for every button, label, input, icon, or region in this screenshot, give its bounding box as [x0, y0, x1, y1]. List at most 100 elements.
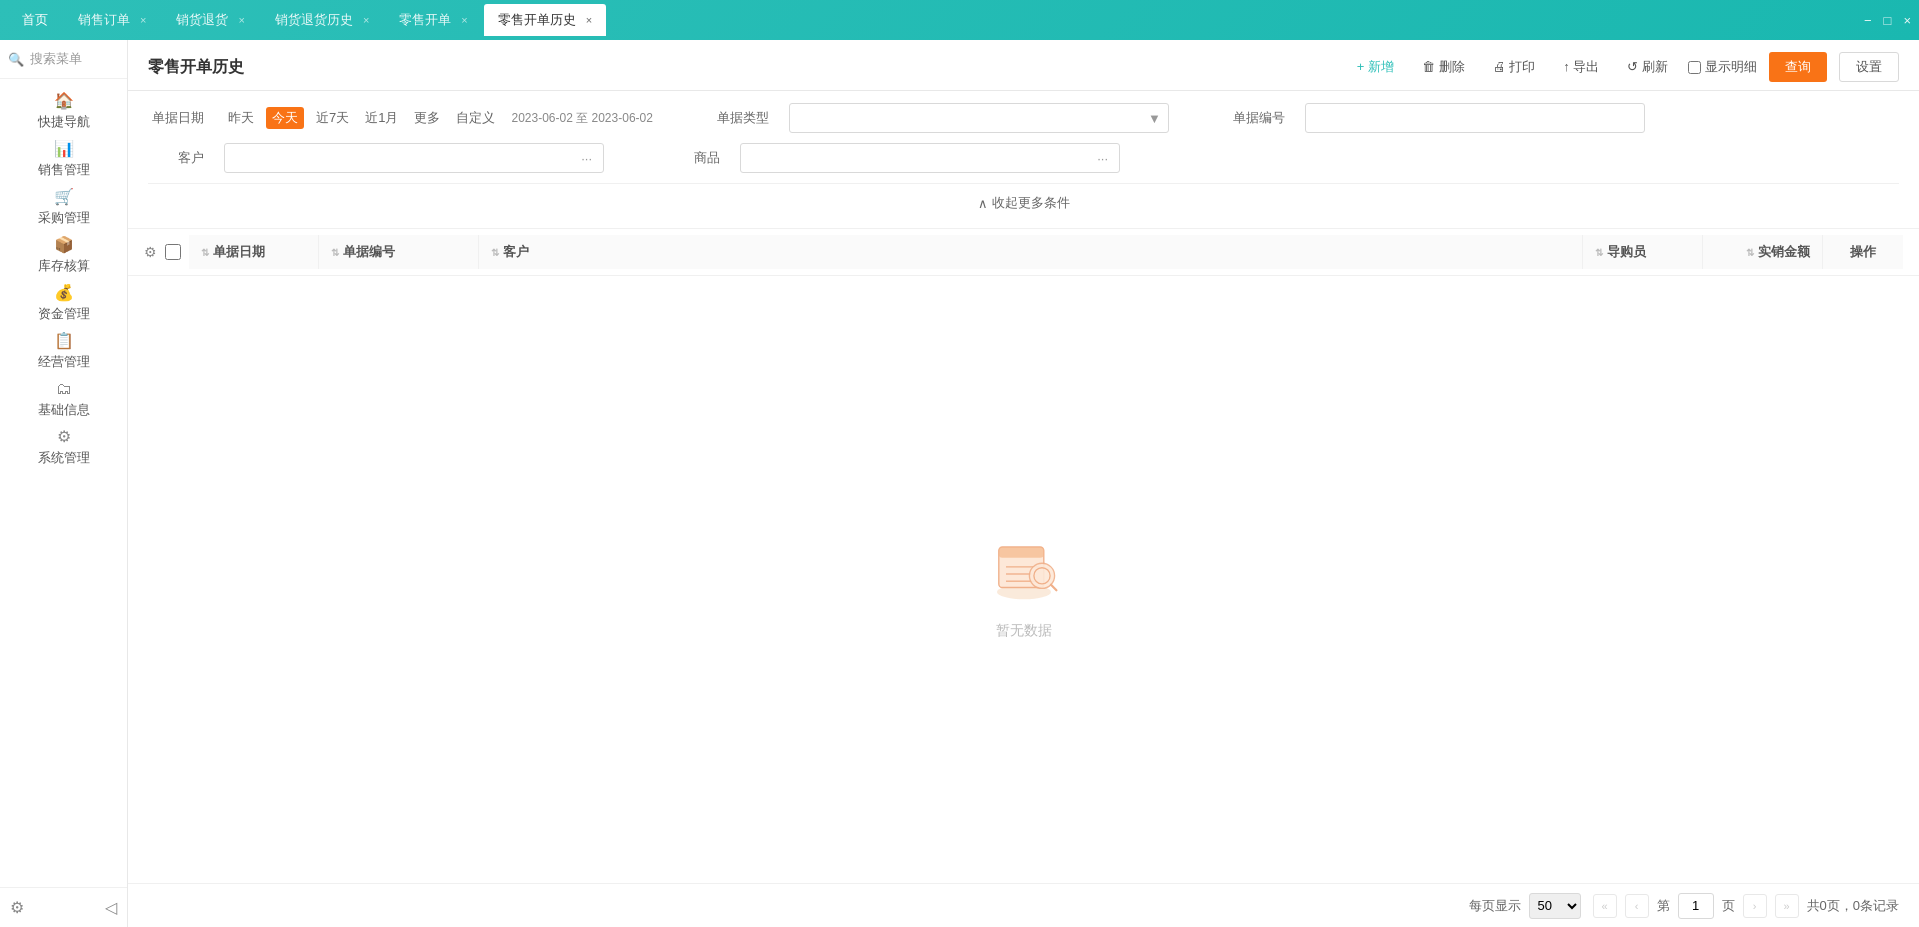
display-toggle[interactable]: 显示明细 [1688, 58, 1757, 76]
th-num-label: 单据编号 [343, 243, 395, 261]
sidebar-item-basic-info-label: 基础信息 [38, 401, 90, 419]
sidebar-item-basic-info[interactable]: 🗂 基础信息 [0, 375, 127, 423]
tab-sales-return-history-close[interactable]: × [363, 14, 369, 26]
page-of-label: 第 [1657, 897, 1670, 915]
date-option-last7[interactable]: 近7天 [312, 107, 353, 129]
last-page-button[interactable]: » [1775, 894, 1799, 918]
display-toggle-label: 显示明细 [1705, 58, 1757, 76]
query-button[interactable]: 查询 [1769, 52, 1827, 82]
page-label: 页 [1722, 897, 1735, 915]
tab-bar: 首页 销售订单 × 销货退货 × 销货退货历史 × 零售开单 × 零售开单历史 … [8, 4, 1864, 36]
goods-dots-button[interactable]: ··· [1089, 151, 1116, 166]
settings-button[interactable]: 设置 [1839, 52, 1899, 82]
tab-sales-return[interactable]: 销货退货 × [162, 4, 258, 36]
th-amount-sort-icon[interactable]: ⇅ [1746, 247, 1754, 258]
sidebar-item-inventory-label: 库存核算 [38, 257, 90, 275]
page-number-input[interactable] [1678, 893, 1714, 919]
tab-sales-return-close[interactable]: × [238, 14, 244, 26]
display-toggle-checkbox[interactable] [1688, 61, 1701, 74]
collapse-more-button[interactable]: ∧ 收起更多条件 [148, 190, 1899, 216]
doc-num-label: 单据编号 [1229, 109, 1285, 127]
window-controls: − □ × [1864, 13, 1911, 28]
date-option-today[interactable]: 今天 [266, 107, 304, 129]
sidebar-item-system-mgmt[interactable]: ⚙ 系统管理 [0, 423, 127, 471]
doc-num-input[interactable] [1305, 103, 1645, 133]
sidebar-collapse-button[interactable]: ◁ [105, 898, 117, 917]
collapse-arrow-icon: ∧ [978, 196, 988, 211]
th-num: ⇅ 单据编号 [319, 235, 479, 269]
operations-icon: 📋 [54, 331, 74, 350]
svg-rect-2 [998, 547, 1043, 558]
basic-info-icon: 🗂 [56, 380, 72, 398]
doc-type-select[interactable] [789, 103, 1169, 133]
prev-page-button[interactable]: ‹ [1625, 894, 1649, 918]
sidebar-item-operations-label: 经营管理 [38, 353, 90, 371]
pagination: 每页显示 20 50 100 200 « ‹ 第 页 › » 共0页，0条记录 [128, 883, 1919, 927]
tab-sales-order-close[interactable]: × [140, 14, 146, 26]
next-page-button[interactable]: › [1743, 894, 1767, 918]
main-layout: 🔍 搜索菜单 🏠 快捷导航 📊 销售管理 🛒 采购管理 📦 库存核算 [0, 40, 1919, 927]
minimize-button[interactable]: − [1864, 13, 1872, 28]
table-area: ⚙ ⇅ 单据日期 ⇅ 单据编号 ⇅ 客户 [128, 229, 1919, 927]
finance-icon: 💰 [54, 283, 74, 302]
th-client-sort-icon[interactable]: ⇅ [491, 247, 499, 258]
tab-retail-open-history-close[interactable]: × [586, 14, 592, 26]
sidebar-item-purchase-mgmt[interactable]: 🛒 采购管理 [0, 183, 127, 231]
tab-home[interactable]: 首页 [8, 4, 62, 36]
date-option-last-month[interactable]: 近1月 [361, 107, 402, 129]
delete-button[interactable]: 🗑 删除 [1414, 54, 1473, 80]
print-button[interactable]: 🖨 打印 [1485, 54, 1544, 80]
tab-sales-order[interactable]: 销售订单 × [64, 4, 160, 36]
sidebar-bottom: ⚙ ◁ [0, 887, 127, 927]
date-option-custom[interactable]: 自定义 [452, 107, 499, 129]
date-option-more[interactable]: 更多 [410, 107, 444, 129]
refresh-button[interactable]: ↺ 刷新 [1619, 54, 1676, 80]
page-size-select[interactable]: 20 50 100 200 [1529, 893, 1581, 919]
table-header: ⇅ 单据日期 ⇅ 单据编号 ⇅ 客户 ⇅ 导购员 [189, 235, 1903, 269]
goods-input[interactable] [740, 143, 1120, 173]
sidebar-item-inventory[interactable]: 📦 库存核算 [0, 231, 127, 279]
date-option-yesterday[interactable]: 昨天 [224, 107, 258, 129]
sidebar-item-system-mgmt-label: 系统管理 [38, 449, 90, 467]
sidebar-item-sales-mgmt-label: 销售管理 [38, 161, 90, 179]
header-actions: + 新增 🗑 删除 🖨 打印 ↑ 导出 ↺ 刷新 显示明细 查询 设置 [1349, 52, 1899, 82]
date-range-display: 2023-06-02 至 2023-06-02 [511, 110, 652, 127]
client-dots-button[interactable]: ··· [573, 151, 600, 166]
empty-icon [979, 520, 1069, 610]
tab-sales-return-history[interactable]: 销货退货历史 × [261, 4, 383, 36]
th-date-sort-icon[interactable]: ⇅ [201, 247, 209, 258]
sidebar-items: 🏠 快捷导航 📊 销售管理 🛒 采购管理 📦 库存核算 💰 资金管理 📋 [0, 79, 127, 887]
th-guide-sort-icon[interactable]: ⇅ [1595, 247, 1603, 258]
table-column-settings-icon[interactable]: ⚙ [144, 244, 157, 260]
tab-retail-open-history[interactable]: 零售开单历史 × [484, 4, 606, 36]
close-button[interactable]: × [1903, 13, 1911, 28]
tab-home-label: 首页 [22, 11, 48, 29]
maximize-button[interactable]: □ [1884, 13, 1892, 28]
client-input[interactable] [224, 143, 604, 173]
sidebar-settings-button[interactable]: ⚙ [10, 898, 24, 917]
tab-retail-open-close[interactable]: × [461, 14, 467, 26]
sidebar-item-quick-nav-label: 快捷导航 [38, 113, 90, 131]
sidebar-search[interactable]: 🔍 搜索菜单 [0, 40, 127, 79]
sidebar-item-finance[interactable]: 💰 资金管理 [0, 279, 127, 327]
sales-mgmt-icon: 📊 [54, 139, 74, 158]
table-toolbar: ⚙ ⇅ 单据日期 ⇅ 单据编号 ⇅ 客户 [128, 229, 1919, 276]
tab-retail-open[interactable]: 零售开单 × [385, 4, 481, 36]
sidebar-item-finance-label: 资金管理 [38, 305, 90, 323]
goods-label: 商品 [664, 149, 720, 167]
th-num-sort-icon[interactable]: ⇅ [331, 247, 339, 258]
purchase-mgmt-icon: 🛒 [54, 187, 74, 206]
inventory-icon: 📦 [54, 235, 74, 254]
page-size-label: 每页显示 [1469, 897, 1521, 915]
table-select-all-checkbox[interactable] [165, 244, 181, 260]
add-button[interactable]: + 新增 [1349, 54, 1402, 80]
date-options: 昨天 今天 近7天 近1月 更多 自定义 2023-06-02 至 2023-0… [224, 107, 653, 129]
filter-area: 单据日期 昨天 今天 近7天 近1月 更多 自定义 2023-06-02 至 2… [128, 91, 1919, 229]
sidebar-item-quick-nav[interactable]: 🏠 快捷导航 [0, 87, 127, 135]
sidebar-item-sales-mgmt[interactable]: 📊 销售管理 [0, 135, 127, 183]
th-action: 操作 [1823, 235, 1903, 269]
sidebar: 🔍 搜索菜单 🏠 快捷导航 📊 销售管理 🛒 采购管理 📦 库存核算 [0, 40, 128, 927]
sidebar-item-operations[interactable]: 📋 经营管理 [0, 327, 127, 375]
first-page-button[interactable]: « [1593, 894, 1617, 918]
export-button[interactable]: ↑ 导出 [1555, 54, 1607, 80]
